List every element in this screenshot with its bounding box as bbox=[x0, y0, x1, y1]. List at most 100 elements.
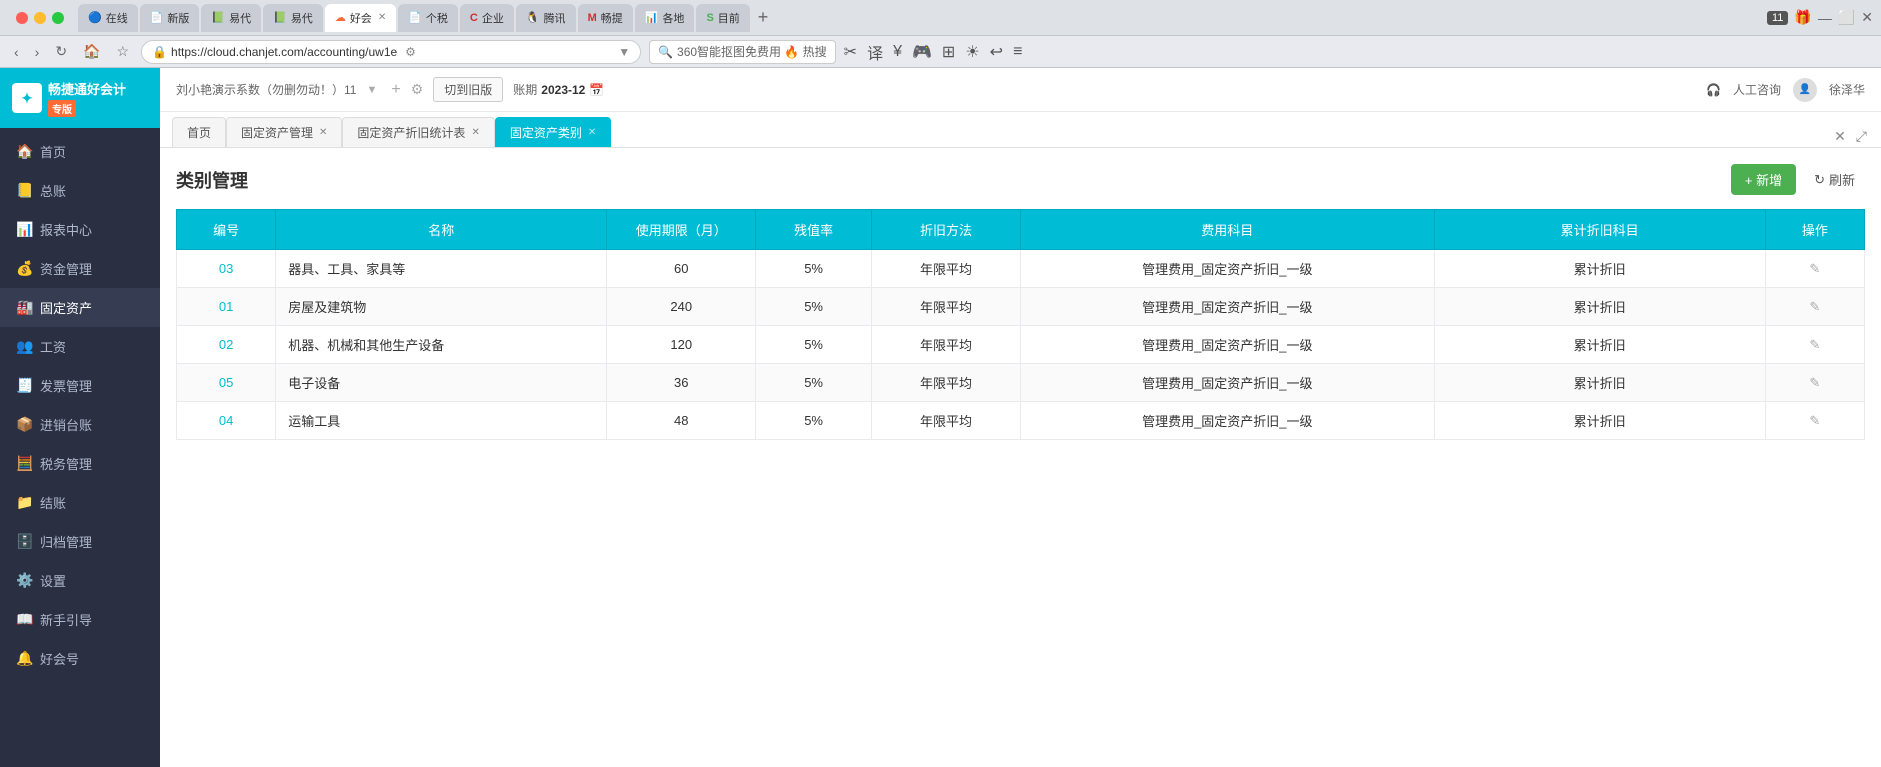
maximize-window-btn[interactable] bbox=[52, 12, 64, 24]
top-bar-right: 🎧 人工咨询 👤 徐泽华 bbox=[1706, 78, 1865, 102]
cell-period-0: 60 bbox=[607, 250, 756, 288]
tab-expand-icon[interactable]: ⤢ bbox=[1854, 126, 1869, 147]
undo-icon[interactable]: ↩ bbox=[990, 42, 1003, 62]
sidebar-item-inventory[interactable]: 📦 进销台账 bbox=[0, 405, 160, 444]
ledger-icon: 📒 bbox=[16, 182, 32, 199]
cell-op-2: ✎ bbox=[1765, 326, 1864, 364]
tab-fixed-asset-mgmt-close[interactable]: ✕ bbox=[319, 127, 327, 138]
tab-close-icon[interactable]: ✕ bbox=[1832, 126, 1848, 147]
cell-rate-0: 5% bbox=[756, 250, 872, 288]
cell-method-4: 年限平均 bbox=[872, 402, 1021, 440]
code-link-0[interactable]: 03 bbox=[219, 261, 233, 276]
sidebar-item-tax[interactable]: 🧮 税务管理 bbox=[0, 444, 160, 483]
tab-home[interactable]: 首页 bbox=[172, 117, 226, 147]
add-category-btn[interactable]: + 新增 bbox=[1731, 164, 1796, 195]
back-btn[interactable]: ‹ bbox=[10, 42, 23, 62]
sidebar-item-home[interactable]: 🏠 首页 bbox=[0, 132, 160, 171]
table-row: 02 机器、机械和其他生产设备 120 5% 年限平均 管理费用_固定资产折旧_… bbox=[177, 326, 1865, 364]
code-link-1[interactable]: 01 bbox=[219, 299, 233, 314]
new-tab-btn[interactable]: + bbox=[752, 7, 775, 28]
cell-code-3: 05 bbox=[177, 364, 276, 402]
browser-tab-2[interactable]: 📗 易代 bbox=[201, 4, 261, 32]
sidebar-item-invoice[interactable]: 🧾 发票管理 bbox=[0, 366, 160, 405]
browser-chrome: 🔵 在线 📄 新版 📗 易代 📗 易代 ☁ 好会 ✕ 📄 个税 C 企业 bbox=[0, 0, 1881, 36]
sidebar-item-payroll[interactable]: 👥 工资 bbox=[0, 327, 160, 366]
sun-icon[interactable]: ☀ bbox=[965, 42, 979, 62]
table-row: 04 运输工具 48 5% 年限平均 管理费用_固定资产折旧_一级 累计折旧 ✎ bbox=[177, 402, 1865, 440]
tab-depreciation-stat[interactable]: 固定资产折旧统计表 ✕ bbox=[342, 117, 494, 147]
minimize-btn[interactable]: — bbox=[1818, 10, 1832, 26]
sidebar-item-reports-label: 报表中心 bbox=[40, 220, 92, 239]
browser-tab-7[interactable]: 🐧 腾讯 bbox=[516, 4, 576, 32]
headset-icon: 🎧 bbox=[1706, 83, 1721, 97]
browser-tab-5[interactable]: 📄 个税 bbox=[398, 4, 458, 32]
browser-tab-4-close[interactable]: ✕ bbox=[378, 12, 386, 23]
tab-fixed-asset-category-close[interactable]: ✕ bbox=[588, 127, 596, 138]
scissors-icon[interactable]: ✂ bbox=[844, 42, 857, 62]
home-btn[interactable]: 🏠 bbox=[79, 41, 104, 62]
tab-fixed-asset-category[interactable]: 固定资产类别 ✕ bbox=[495, 117, 611, 147]
browser-tab-9[interactable]: 📊 各地 bbox=[635, 4, 695, 32]
sidebar-item-settings[interactable]: ⚙️ 设置 bbox=[0, 561, 160, 600]
cell-expense-3: 管理费用_固定资产折旧_一级 bbox=[1020, 364, 1434, 402]
refresh-btn[interactable]: ↻ 刷新 bbox=[1804, 164, 1865, 195]
sidebar-item-tax-label: 税务管理 bbox=[40, 454, 92, 473]
dropdown-icon[interactable]: ▼ bbox=[366, 84, 377, 96]
browser-tab-3[interactable]: 📗 易代 bbox=[263, 4, 323, 32]
browser-tab-1[interactable]: 📄 新版 bbox=[140, 4, 200, 32]
browser-tab-4[interactable]: ☁ 好会 ✕ bbox=[325, 4, 396, 32]
sidebar-item-guide[interactable]: 📖 新手引导 bbox=[0, 600, 160, 639]
sidebar-item-archive[interactable]: 🗄️ 归档管理 bbox=[0, 522, 160, 561]
tab-fixed-asset-mgmt[interactable]: 固定资产管理 ✕ bbox=[226, 117, 342, 147]
code-link-2[interactable]: 02 bbox=[219, 337, 233, 352]
cell-accum-0: 累计折旧 bbox=[1434, 250, 1765, 288]
cell-method-0: 年限平均 bbox=[872, 250, 1021, 288]
search-bar[interactable]: 🔍 360智能抠图免费用 🔥 热搜 bbox=[649, 40, 836, 64]
reload-btn[interactable]: ↻ bbox=[51, 41, 71, 62]
close-window-btn[interactable] bbox=[16, 12, 28, 24]
code-link-3[interactable]: 05 bbox=[219, 375, 233, 390]
settings-icon-top[interactable]: ⚙ bbox=[411, 81, 424, 98]
edit-btn-2[interactable]: ✎ bbox=[1809, 337, 1820, 352]
edit-btn-1[interactable]: ✎ bbox=[1809, 299, 1820, 314]
switch-version-btn[interactable]: 切到旧版 bbox=[433, 77, 503, 102]
minimize-window-btn[interactable] bbox=[34, 12, 46, 24]
edit-btn-4[interactable]: ✎ bbox=[1809, 413, 1820, 428]
browser-tab-10[interactable]: S 目前 bbox=[696, 4, 749, 32]
restore-btn[interactable]: ⬜ bbox=[1838, 9, 1855, 26]
browser-tab-8[interactable]: M 畅提 bbox=[578, 4, 633, 32]
site-info-icon: ⚙ bbox=[405, 45, 416, 59]
sidebar-item-reports[interactable]: 📊 报表中心 bbox=[0, 210, 160, 249]
sidebar-item-ledger[interactable]: 📒 总账 bbox=[0, 171, 160, 210]
forward-btn[interactable]: › bbox=[31, 42, 44, 62]
cell-rate-4: 5% bbox=[756, 402, 872, 440]
logo-text: 畅捷通好会计 bbox=[48, 79, 126, 98]
url-bar[interactable]: 🔒 https://cloud.chanjet.com/accounting/u… bbox=[141, 40, 641, 64]
edit-btn-3[interactable]: ✎ bbox=[1809, 375, 1820, 390]
menu-icon[interactable]: ≡ bbox=[1013, 43, 1022, 61]
browser-tab-0[interactable]: 🔵 在线 bbox=[78, 4, 138, 32]
add-icon[interactable]: + bbox=[391, 81, 400, 99]
game-icon[interactable]: 🎮 bbox=[912, 42, 932, 62]
close-btn[interactable]: ✕ bbox=[1861, 9, 1873, 26]
translate-icon[interactable]: 译 bbox=[867, 40, 883, 64]
service-label[interactable]: 人工咨询 bbox=[1733, 81, 1781, 98]
fixed-assets-icon: 🏭 bbox=[16, 299, 32, 316]
cell-rate-2: 5% bbox=[756, 326, 872, 364]
code-link-4[interactable]: 04 bbox=[219, 413, 233, 428]
sidebar-item-notification[interactable]: 🔔 好会号 bbox=[0, 639, 160, 678]
edit-btn-0[interactable]: ✎ bbox=[1809, 261, 1820, 276]
cell-method-2: 年限平均 bbox=[872, 326, 1021, 364]
wallet-icon[interactable]: ¥ bbox=[893, 43, 902, 61]
badge-count: 11 bbox=[1767, 11, 1788, 25]
calendar-icon[interactable]: 📅 bbox=[589, 83, 604, 97]
sidebar-item-checkout[interactable]: 📁 结账 bbox=[0, 483, 160, 522]
tab-depreciation-stat-close[interactable]: ✕ bbox=[471, 127, 479, 138]
sidebar-item-fixed-assets[interactable]: 🏭 固定资产 bbox=[0, 288, 160, 327]
top-bar: 刘小艳演示系数（勿删勿动！）11 ▼ + ⚙ 切到旧版 账期 2023-12 📅… bbox=[160, 68, 1881, 112]
browser-tab-6[interactable]: C 企业 bbox=[460, 4, 514, 32]
sidebar-item-finance[interactable]: 💰 资金管理 bbox=[0, 249, 160, 288]
grid-icon[interactable]: ⊞ bbox=[942, 42, 955, 62]
bookmark-btn[interactable]: ☆ bbox=[113, 41, 134, 62]
cell-code-2: 02 bbox=[177, 326, 276, 364]
